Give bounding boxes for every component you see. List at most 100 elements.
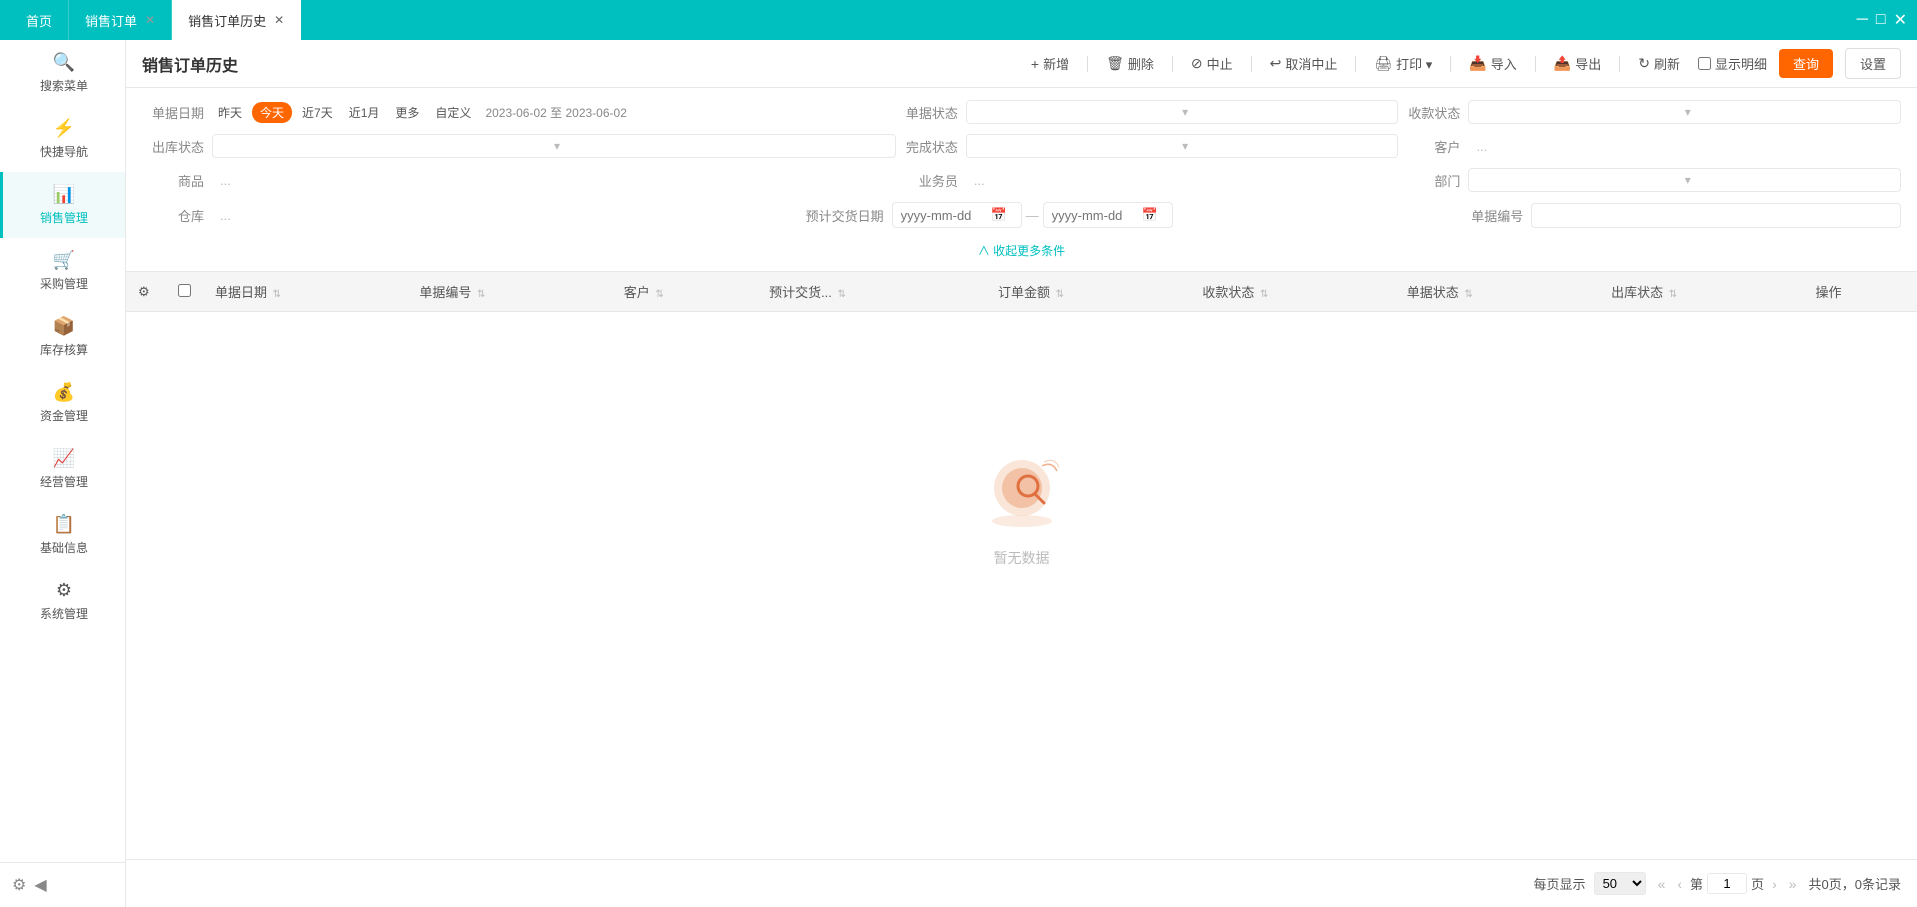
sidebar-item-capital-mgmt[interactable]: 💰资金管理	[0, 370, 125, 436]
calendar-start-icon[interactable]: 📅	[991, 207, 1007, 223]
salesperson-label: 业务员	[896, 171, 966, 190]
sidebar-label-ops-mgmt: 经营管理	[40, 473, 88, 490]
last-page-btn[interactable]: »	[1785, 874, 1801, 894]
tab-sales-order-history[interactable]: 销售订单历史✕	[172, 0, 301, 40]
complete-status-select[interactable]: ▾	[966, 134, 1399, 158]
toolbar-btn-refresh[interactable]: ↻刷新	[1632, 50, 1686, 77]
sidebar-collapse-btn[interactable]: ◀	[34, 875, 46, 895]
query-btn[interactable]: 查询	[1779, 49, 1833, 78]
sidebar-item-basic-info[interactable]: 📋基础信息	[0, 502, 125, 568]
th-amount-sort[interactable]: ⇅	[1056, 289, 1064, 300]
th-date-sort[interactable]: ⇅	[273, 289, 281, 300]
toolbar-divider-5	[1535, 56, 1536, 72]
toolbar-btn-cancel-stop[interactable]: ↩取消中止	[1264, 50, 1344, 77]
th-warehouse-status-sort[interactable]: ⇅	[1669, 289, 1677, 300]
date-btn-more[interactable]: 更多	[389, 102, 425, 123]
tab-sales-order[interactable]: 销售订单✕	[69, 0, 172, 40]
page-num-input[interactable]	[1707, 873, 1747, 894]
toolbar-divider-1	[1172, 56, 1173, 72]
sidebar-item-quick-nav[interactable]: ⚡快捷导航	[0, 106, 125, 172]
settings-btn[interactable]: 设置	[1845, 48, 1901, 79]
maximize-btn[interactable]: □	[1876, 11, 1886, 29]
th-customer-sort[interactable]: ⇅	[655, 289, 663, 300]
date-filter: 昨天 今天 近7天 近1月 更多 自定义 2023-06-02 至 2023-0…	[212, 102, 896, 123]
th-payment-status-sort[interactable]: ⇅	[1260, 289, 1268, 300]
date-label: 单据日期	[142, 103, 212, 122]
next-page-btn[interactable]: ›	[1768, 874, 1781, 894]
total-text: 共0页，0条记录	[1809, 874, 1901, 893]
prev-page-btn[interactable]: ‹	[1673, 874, 1686, 894]
sidebar-settings-btn[interactable]: ⚙	[12, 875, 26, 895]
filter-group-warehouse-status: 出库状态 ▾	[142, 134, 896, 158]
toolbar-btn-import[interactable]: 📥导入	[1463, 50, 1522, 77]
date-btn-last1m[interactable]: 近1月	[343, 102, 386, 123]
date-btn-custom[interactable]: 自定义	[429, 102, 477, 123]
warehouse-status-select[interactable]: ▾	[212, 134, 896, 158]
date-btn-last7[interactable]: 近7天	[296, 102, 339, 123]
salesperson-picker[interactable]: ...	[966, 169, 993, 192]
page-nav: « ‹ 第 页 › »	[1654, 873, 1801, 894]
th-customer-label: 客户	[624, 285, 650, 300]
page-title: 销售订单历史	[142, 52, 238, 76]
warehouse-picker[interactable]: ...	[212, 204, 239, 227]
sidebar-item-system-mgmt[interactable]: ⚙系统管理	[0, 568, 125, 634]
filter-group-customer: 客户 ...	[1398, 135, 1901, 158]
content-area: 销售订单历史 +新增 🗑删除 ⊘中止 ↩取消中止 🖨打印 ▾ 📥导入 📤导出 ↻刷新 显示明细…	[126, 40, 1917, 907]
toolbar-icon-new: +	[1031, 56, 1039, 72]
department-select[interactable]: ▾	[1468, 168, 1901, 192]
select-all-checkbox[interactable]	[178, 284, 191, 297]
page-size-select[interactable]: 102050100	[1594, 872, 1646, 895]
sidebar-item-search-menu[interactable]: 🔍搜索菜单	[0, 40, 125, 106]
filter-group-order-status: 单据状态 ▾	[896, 100, 1399, 124]
close-btn[interactable]: ✕	[1894, 10, 1907, 30]
th-order-status-label: 单据状态	[1407, 285, 1459, 300]
header-row: ⚙ 单据日期 ⇅ 单据编号 ⇅	[126, 272, 1917, 312]
calendar-end-icon[interactable]: 📅	[1142, 207, 1158, 223]
date-btn-yesterday[interactable]: 昨天	[212, 102, 248, 123]
order-number-input[interactable]	[1540, 208, 1892, 223]
date-btn-today[interactable]: 今天	[252, 102, 292, 123]
toolbar-btn-export[interactable]: 📤导出	[1548, 50, 1607, 77]
filter-row-3: 商品 ... 业务员 ... 部门 ▾	[142, 168, 1901, 192]
toolbar-btn-new[interactable]: +新增	[1025, 50, 1075, 77]
sidebar-item-ops-mgmt[interactable]: 📈经营管理	[0, 436, 125, 502]
sidebar-item-inventory-check[interactable]: 📦库存核算	[0, 304, 125, 370]
minimize-btn[interactable]: ─	[1857, 11, 1868, 29]
th-number-label: 单据编号	[419, 285, 471, 300]
toolbar-btn-stop[interactable]: ⊘中止	[1185, 50, 1239, 77]
warehouse-label: 仓库	[142, 206, 212, 225]
th-order-status: 单据状态 ⇅	[1395, 272, 1599, 312]
sidebar-label-system-mgmt: 系统管理	[40, 605, 88, 622]
customer-picker[interactable]: ...	[1468, 135, 1495, 158]
toolbar-label-import: 导入	[1491, 54, 1517, 73]
th-settings[interactable]: ⚙	[126, 272, 166, 312]
collapse-bar[interactable]: ∧ 收起更多条件	[142, 238, 1901, 259]
toolbar-icon-print: 🖨	[1374, 55, 1392, 72]
toolbar-btn-delete[interactable]: 🗑删除	[1100, 50, 1160, 77]
delivery-date-end[interactable]	[1052, 208, 1142, 223]
sidebar-item-purchase-mgmt[interactable]: 🛒采购管理	[0, 238, 125, 304]
th-order-status-sort[interactable]: ⇅	[1464, 289, 1472, 300]
sidebar-item-sales-mgmt[interactable]: 📊销售管理	[0, 172, 125, 238]
order-number-label: 单据编号	[1461, 206, 1531, 225]
sidebar-label-search-menu: 搜索菜单	[40, 77, 88, 94]
payment-status-select[interactable]: ▾	[1468, 100, 1901, 124]
tab-list: 首页销售订单✕销售订单历史✕	[10, 0, 1857, 40]
display-detail-toggle[interactable]: 显示明细	[1698, 54, 1767, 73]
tab-home[interactable]: 首页	[10, 0, 69, 40]
date-dash: —	[1022, 208, 1043, 223]
th-payment-status-label: 收款状态	[1202, 285, 1254, 300]
tab-close-sales-order[interactable]: ✕	[145, 13, 155, 27]
delivery-date-start[interactable]	[901, 208, 991, 223]
order-status-select[interactable]: ▾	[966, 100, 1399, 124]
toolbar-btn-print[interactable]: 🖨打印 ▾	[1368, 50, 1438, 77]
th-number-sort[interactable]: ⇅	[477, 289, 485, 300]
tab-close-sales-order-history[interactable]: ✕	[274, 13, 284, 27]
goods-picker[interactable]: ...	[212, 169, 239, 192]
first-page-btn[interactable]: «	[1654, 874, 1670, 894]
complete-status-label: 完成状态	[896, 137, 966, 156]
settings-icon[interactable]: ⚙	[138, 284, 150, 299]
display-detail-checkbox[interactable]	[1698, 57, 1711, 70]
th-action: 操作	[1803, 272, 1917, 312]
th-delivery-date-sort[interactable]: ⇅	[838, 289, 846, 300]
